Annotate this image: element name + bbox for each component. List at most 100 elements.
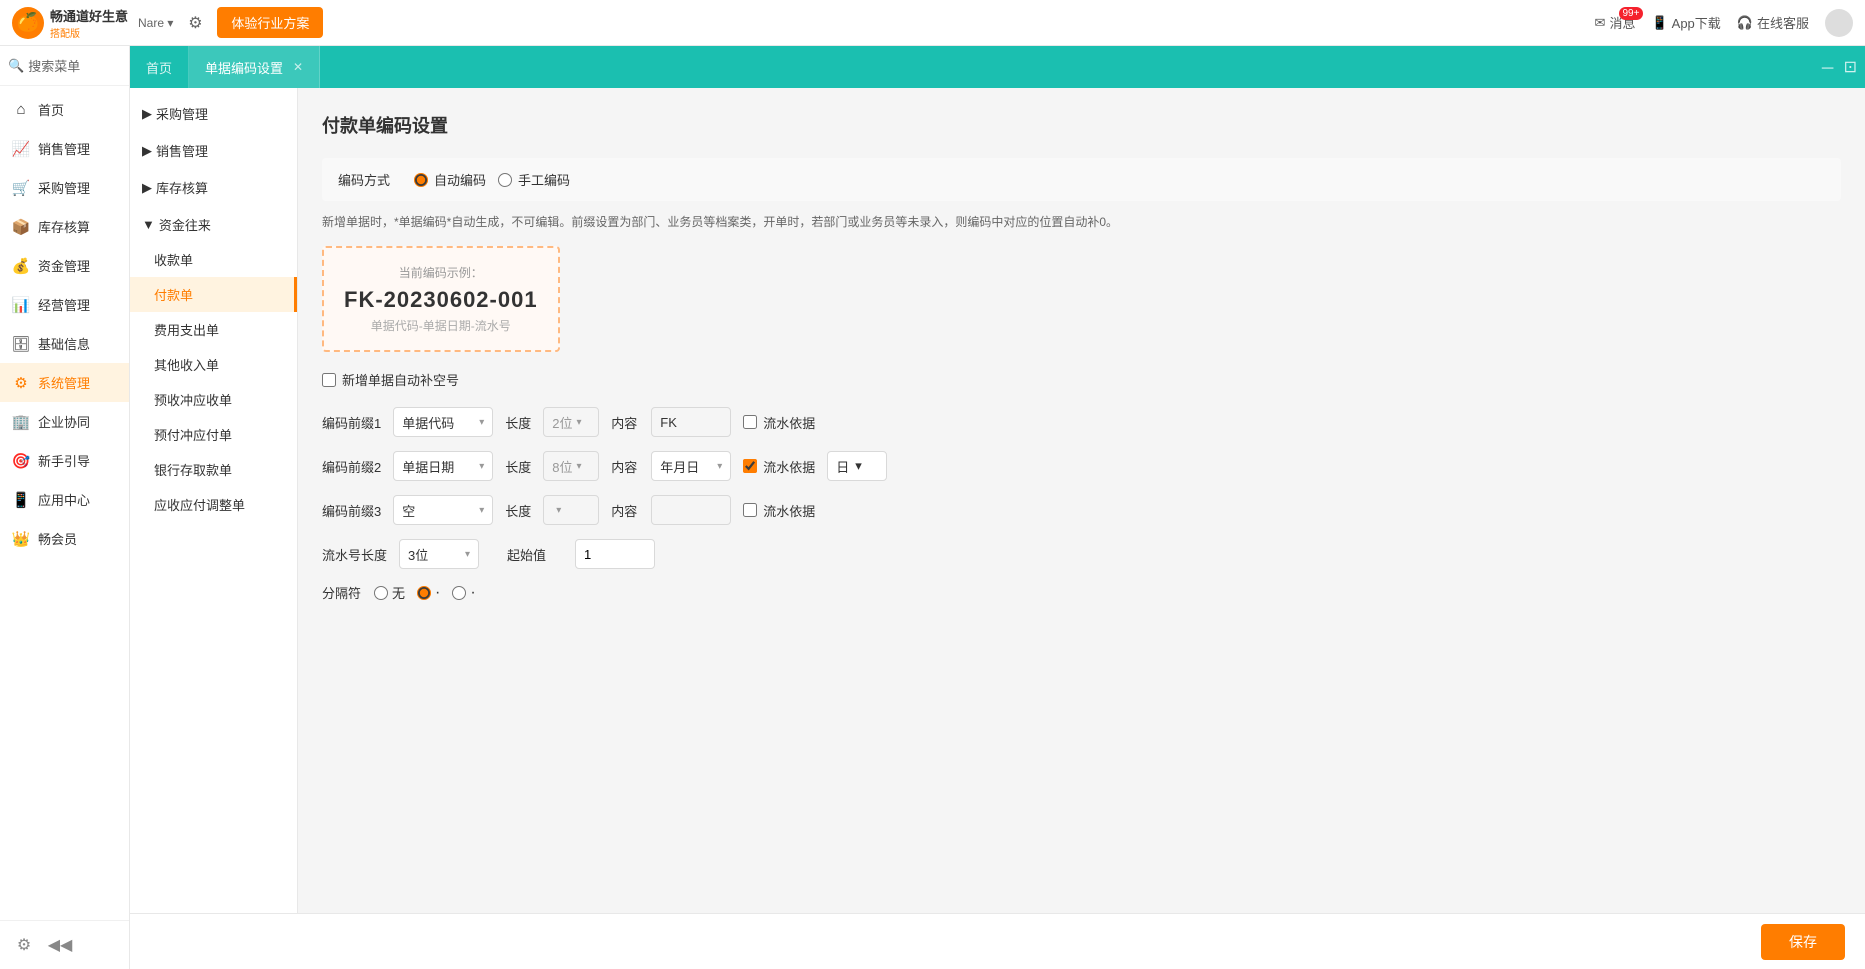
- chevron-down-icon: ▼: [142, 217, 155, 232]
- prefix3-stream-check[interactable]: 流水依据: [743, 501, 815, 520]
- sidebar-item-home[interactable]: ⌂ 首页: [0, 90, 129, 129]
- prefix1-select-arrow: ▾: [479, 417, 484, 428]
- user-avatar[interactable]: [1825, 9, 1853, 37]
- tab-bar-controls: － ⊡: [1820, 55, 1865, 79]
- sep-none-radio[interactable]: [374, 586, 388, 600]
- online-service[interactable]: 🎧 在线客服: [1737, 13, 1809, 32]
- sidebar-item-newguide[interactable]: 🎯 新手引导: [0, 441, 129, 480]
- encoding-radio-group: 自动编码 手工编码: [414, 170, 570, 189]
- sidebar-item-member[interactable]: 👑 畅会员: [0, 519, 129, 558]
- sub-group-finance-title[interactable]: ▼ 资金往来: [130, 207, 297, 242]
- prefix3-content-value: [651, 495, 731, 525]
- sidebar-item-base[interactable]: 🗄 基础信息: [0, 324, 129, 363]
- prefix1-stream-check[interactable]: 流水依据: [743, 413, 815, 432]
- settings-bottom-btn[interactable]: ⚙: [10, 931, 38, 959]
- sub-group-purchase-title[interactable]: ▶ 采购管理: [130, 96, 297, 131]
- manual-encode-option[interactable]: 手工编码: [498, 170, 570, 189]
- sidebar-item-sales[interactable]: 📈 销售管理: [0, 129, 129, 168]
- sidebar-search[interactable]: 🔍 搜索菜单: [0, 46, 129, 86]
- finance-icon: 💰: [12, 257, 30, 275]
- prefix3-row: 编码前缀3 空 ▾ 长度 ▾ 内容: [322, 495, 1841, 525]
- sep-dot2-radio[interactable]: [452, 586, 466, 600]
- tab-bar: 首页 单据编码设置 ✕ － ⊡: [130, 46, 1865, 88]
- app-download[interactable]: 📱 App下载: [1651, 13, 1720, 32]
- prefix2-select[interactable]: 单据日期 ▾: [393, 451, 493, 481]
- trial-button[interactable]: 体验行业方案: [217, 7, 323, 38]
- tab-encode-settings[interactable]: 单据编码设置 ✕: [189, 46, 320, 88]
- prefix2-content-select[interactable]: 年月日 ▾: [651, 451, 731, 481]
- sep-none[interactable]: 无: [374, 583, 405, 602]
- message-icon: ✉: [1595, 15, 1606, 31]
- page-content: ▶ 采购管理 ▶ 销售管理 ▶ 库存核算: [130, 88, 1865, 913]
- message-area[interactable]: ✉ 消息 99+: [1595, 13, 1636, 32]
- prefix2-content-label: 内容: [611, 457, 639, 476]
- sidebar-item-enterprise[interactable]: 🏢 企业协同: [0, 402, 129, 441]
- tab-minimize-icon[interactable]: －: [1820, 55, 1836, 79]
- sep-dot2[interactable]: ·: [452, 584, 475, 602]
- sub-item-expense[interactable]: 费用支出单: [130, 312, 297, 347]
- top-bar-left: 🍊 畅通道好生意 搭配版 Nare ▾ ⚙ 体验行业方案: [12, 6, 323, 40]
- chevron-right-icon2: ▶: [142, 143, 152, 159]
- tab-close-encode[interactable]: ✕: [293, 60, 303, 74]
- logo-icon: 🍊: [12, 7, 44, 39]
- auto-fill-checkbox[interactable]: [322, 373, 336, 387]
- sub-item-advance-offset[interactable]: 预付冲应付单: [130, 417, 297, 452]
- sidebar-item-purchase[interactable]: 🛒 采购管理: [0, 168, 129, 207]
- breadcrumb-dropdown[interactable]: Nare ▾: [138, 16, 173, 30]
- message-badge: 99+: [1619, 7, 1644, 20]
- prefix3-stream-checkbox[interactable]: [743, 503, 757, 517]
- prefix2-stream-checkbox[interactable]: [743, 459, 757, 473]
- sidebar-item-finance[interactable]: 💰 资金管理: [0, 246, 129, 285]
- tab-maximize-icon[interactable]: ⊡: [1844, 57, 1857, 77]
- sub-item-other-income[interactable]: 其他收入单: [130, 347, 297, 382]
- code-preview-label: 当前编码示例：: [399, 264, 483, 281]
- sep-dot1[interactable]: ·: [417, 584, 440, 602]
- encoding-mode-label: 编码方式: [338, 170, 390, 189]
- encoding-mode-section: 编码方式 自动编码 手工编码: [322, 158, 1841, 201]
- sub-item-bank[interactable]: 银行存取款单: [130, 452, 297, 487]
- sub-group-inventory-title[interactable]: ▶ 库存核算: [130, 170, 297, 205]
- start-value-input[interactable]: [575, 539, 655, 569]
- sub-item-receipt[interactable]: 收款单: [130, 242, 297, 277]
- sub-group-sales-title[interactable]: ▶ 销售管理: [130, 133, 297, 168]
- sub-item-adjustment[interactable]: 应收应付调整单: [130, 487, 297, 522]
- prefix2-length-label: 长度: [505, 457, 531, 476]
- code-preview: 当前编码示例： FK-20230602-001 单据代码-单据日期-流水号: [322, 246, 560, 352]
- prefix2-stream-check[interactable]: 流水依据: [743, 457, 815, 476]
- base-icon: 🗄: [12, 335, 30, 353]
- sidebar-item-inventory[interactable]: 📦 库存核算: [0, 207, 129, 246]
- operation-icon: 📊: [12, 296, 30, 314]
- stream-length-select[interactable]: 3位 ▾: [399, 539, 479, 569]
- sub-sidebar: ▶ 采购管理 ▶ 销售管理 ▶ 库存核算: [130, 88, 298, 913]
- prefix1-length-arrow: ▾: [576, 417, 581, 428]
- prefix2-stream-select[interactable]: 日 ▾: [827, 451, 887, 481]
- manual-encode-radio[interactable]: [498, 173, 512, 187]
- prefix3-select-arrow: ▾: [479, 505, 484, 516]
- prefix1-stream-checkbox[interactable]: [743, 415, 757, 429]
- prefix1-select[interactable]: 单据代码 ▾: [393, 407, 493, 437]
- sidebar-item-apps[interactable]: 📱 应用中心: [0, 480, 129, 519]
- stream-len-arrow: ▾: [465, 549, 470, 560]
- tab-home[interactable]: 首页: [130, 46, 189, 88]
- sidebar-item-system[interactable]: ⚙ 系统管理: [0, 363, 129, 402]
- sub-item-payment[interactable]: 付款单: [130, 277, 297, 312]
- prefix2-row: 编码前缀2 单据日期 ▾ 长度 8位 ▾ 内容 年月日 ▾: [322, 451, 1841, 481]
- chevron-right-icon: ▶: [142, 106, 152, 122]
- auto-encode-radio[interactable]: [414, 173, 428, 187]
- save-button[interactable]: 保存: [1761, 924, 1845, 960]
- auto-encode-option[interactable]: 自动编码: [414, 170, 486, 189]
- logo-text: 畅通道好生意 搭配版: [50, 6, 128, 40]
- stream-select-arrow: ▾: [855, 458, 862, 474]
- prefix3-select[interactable]: 空 ▾: [393, 495, 493, 525]
- prefix3-length-value: ▾: [543, 495, 599, 525]
- settings-icon-btn[interactable]: ⚙: [181, 9, 209, 37]
- code-preview-value: FK-20230602-001: [344, 287, 538, 313]
- sub-item-prepay-offset[interactable]: 预收冲应收单: [130, 382, 297, 417]
- sep-dot1-radio[interactable]: [417, 586, 431, 600]
- content-area: 首页 单据编码设置 ✕ － ⊡ ▶ 采购管理: [130, 46, 1865, 969]
- collapse-btn[interactable]: ◀◀: [46, 931, 74, 959]
- sub-group-finance: ▼ 资金往来 收款单 付款单 费用支出单 其他收入单 预收冲应收单 预付冲应付单…: [130, 207, 297, 522]
- sidebar-item-operation[interactable]: 📊 经营管理: [0, 285, 129, 324]
- sub-group-sales: ▶ 销售管理: [130, 133, 297, 168]
- prefix2-select-arrow: ▾: [479, 461, 484, 472]
